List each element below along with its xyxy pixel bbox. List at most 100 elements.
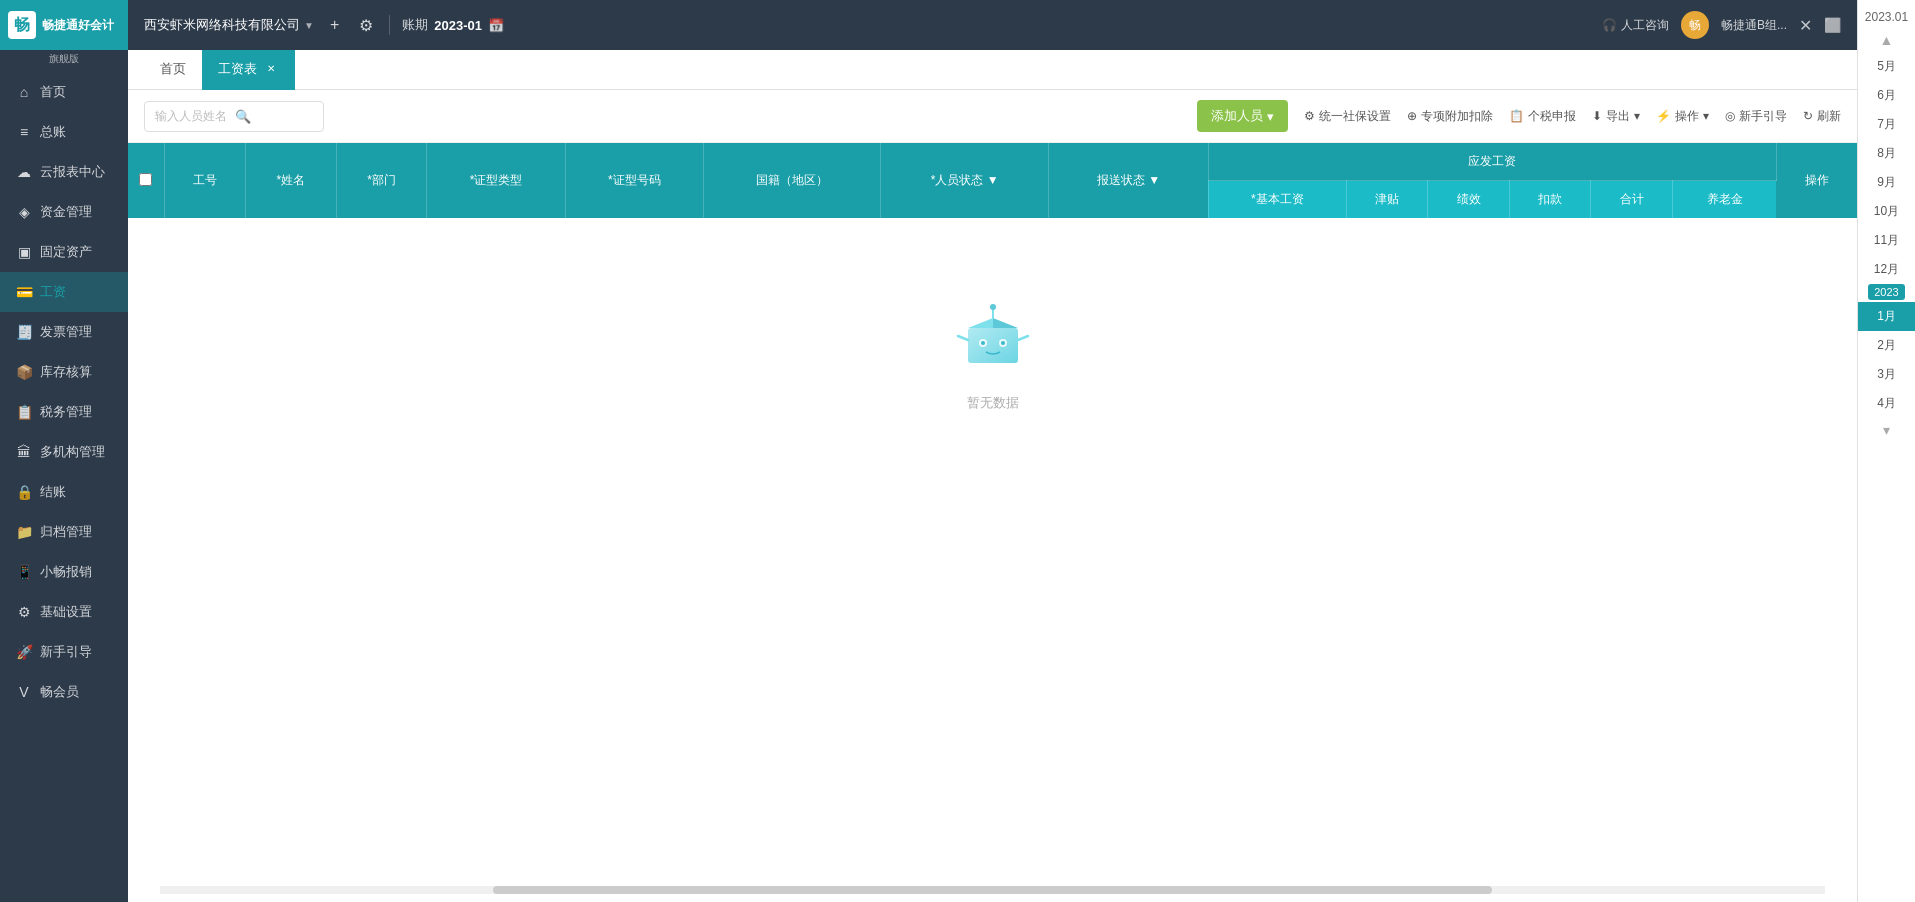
month-2022-5[interactable]: 5月 bbox=[1858, 52, 1915, 81]
sidebar-item-ledger-label: 总账 bbox=[40, 123, 66, 141]
month-2022-11[interactable]: 11月 bbox=[1858, 226, 1915, 255]
ledger-icon: ≡ bbox=[16, 124, 32, 140]
right-panel: 2023.01 ▲ 5月 6月 7月 8月 9月 10月 11月 12月 202… bbox=[1857, 0, 1915, 902]
month-2022-6[interactable]: 6月 bbox=[1858, 81, 1915, 110]
sidebar-item-stock[interactable]: 📦 库存核算 bbox=[0, 352, 128, 392]
multi-icon: 🏛 bbox=[16, 444, 32, 460]
company-selector[interactable]: 西安虾米网络科技有限公司 ▼ bbox=[144, 16, 314, 34]
sidebar-item-home[interactable]: ⌂ 首页 bbox=[0, 72, 128, 112]
user-avatar[interactable]: 畅 bbox=[1681, 11, 1709, 39]
sidebar-item-mini-expense-label: 小畅报销 bbox=[40, 563, 92, 581]
guide-button[interactable]: ◎ 新手引导 bbox=[1725, 108, 1787, 125]
sidebar-item-salary-label: 工资 bbox=[40, 283, 66, 301]
add-person-chevron-icon: ▾ bbox=[1267, 109, 1274, 124]
month-2023-2[interactable]: 2月 bbox=[1858, 331, 1915, 360]
col-deduction: 扣款 bbox=[1509, 181, 1590, 219]
col-total: 合计 bbox=[1591, 181, 1672, 219]
sidebar-item-fund[interactable]: ◈ 资金管理 bbox=[0, 192, 128, 232]
svg-rect-0 bbox=[968, 328, 1018, 363]
tab-salary-close-icon[interactable]: ✕ bbox=[263, 61, 279, 77]
sidebar-item-cloud[interactable]: ☁ 云报表中心 bbox=[0, 152, 128, 192]
sidebar-item-close-account[interactable]: 🔒 结账 bbox=[0, 472, 128, 512]
sidebar-item-cloud-label: 云报表中心 bbox=[40, 163, 105, 181]
home-icon: ⌂ bbox=[16, 84, 32, 100]
col-group-salary: 应发工资 bbox=[1208, 143, 1776, 181]
col-name: *姓名 bbox=[245, 143, 336, 218]
close-window-button[interactable]: ✕ bbox=[1799, 16, 1812, 35]
sidebar-item-salary[interactable]: 💳 工资 bbox=[0, 272, 128, 312]
content-area: 输入人员姓名 🔍 添加人员 ▾ ⚙ 统一社保设置 ⊕ 专项附加扣除 📋 bbox=[128, 90, 1857, 902]
personal-tax-button[interactable]: 📋 个税申报 bbox=[1509, 108, 1576, 125]
sidebar-item-member[interactable]: V 畅会员 bbox=[0, 672, 128, 712]
calendar-icon[interactable]: 📅 bbox=[488, 18, 504, 33]
fund-icon: ◈ bbox=[16, 204, 32, 220]
sidebar-item-invoice[interactable]: 🧾 发票管理 bbox=[0, 312, 128, 352]
export-chevron-icon: ▾ bbox=[1634, 109, 1640, 123]
settings-icon: ⚙ bbox=[16, 604, 32, 620]
svg-point-8 bbox=[990, 304, 996, 310]
horizontal-scrollbar[interactable] bbox=[128, 880, 1857, 902]
sidebar-item-settings-label: 基础设置 bbox=[40, 603, 92, 621]
period-label: 账期 bbox=[402, 16, 428, 34]
sidebar-item-archive[interactable]: 📁 归档管理 bbox=[0, 512, 128, 552]
refresh-button[interactable]: ↻ 刷新 bbox=[1803, 108, 1841, 125]
sidebar-item-archive-label: 归档管理 bbox=[40, 523, 92, 541]
topbar-right: 🎧 人工咨询 畅 畅捷通B组... ✕ ⬜ bbox=[1602, 11, 1841, 39]
guide-toolbar-icon: ◎ bbox=[1725, 109, 1735, 123]
app-name: 畅捷通好会计 bbox=[42, 18, 114, 32]
company-settings-icon[interactable]: ⚙ bbox=[355, 12, 377, 39]
month-2023-4[interactable]: 4月 bbox=[1858, 389, 1915, 418]
operate-button[interactable]: ⚡ 操作 ▾ bbox=[1656, 108, 1709, 125]
sidebar: 畅 畅捷通好会计 旗舰版 ⌂ 首页 ≡ 总账 ☁ 云报表中心 ◈ 资金管理 ▣ … bbox=[0, 0, 128, 902]
salary-table-wrap: 工号 *姓名 *部门 *证型类型 *证型号码 国籍（地区） *人员状态 ▼ 报送… bbox=[128, 143, 1857, 880]
tab-salary[interactable]: 工资表 ✕ bbox=[202, 50, 295, 90]
sidebar-item-home-label: 首页 bbox=[40, 83, 66, 101]
month-2022-12[interactable]: 12月 bbox=[1858, 255, 1915, 284]
col-nationality: 国籍（地区） bbox=[704, 143, 881, 218]
add-company-button[interactable]: + bbox=[326, 12, 343, 38]
sidebar-item-tax[interactable]: 📋 税务管理 bbox=[0, 392, 128, 432]
company-chevron-icon: ▼ bbox=[304, 20, 314, 31]
export-button[interactable]: ⬇ 导出 ▾ bbox=[1592, 108, 1640, 125]
panel-nav-up[interactable]: ▲ bbox=[1876, 28, 1898, 52]
app-logo: 畅 畅捷通好会计 bbox=[0, 0, 128, 50]
user-name[interactable]: 畅捷通B组... bbox=[1721, 17, 1787, 34]
tab-home[interactable]: 首页 bbox=[144, 50, 202, 90]
tax-icon: 📋 bbox=[16, 404, 32, 420]
panel-nav-down[interactable]: ▾ bbox=[1879, 418, 1894, 442]
col-cert-type: *证型类型 bbox=[427, 143, 565, 218]
search-icon: 🔍 bbox=[235, 109, 251, 124]
col-number: 工号 bbox=[164, 143, 245, 218]
month-2022-9[interactable]: 9月 bbox=[1858, 168, 1915, 197]
stock-icon: 📦 bbox=[16, 364, 32, 380]
select-all-checkbox[interactable] bbox=[139, 173, 152, 186]
support-button[interactable]: 🎧 人工咨询 bbox=[1602, 17, 1669, 34]
special-deduction-button[interactable]: ⊕ 专项附加扣除 bbox=[1407, 108, 1493, 125]
social-security-button[interactable]: ⚙ 统一社保设置 bbox=[1304, 108, 1391, 125]
sidebar-item-settings[interactable]: ⚙ 基础设置 bbox=[0, 592, 128, 632]
add-person-button[interactable]: 添加人员 ▾ bbox=[1197, 100, 1288, 132]
month-2022-7[interactable]: 7月 bbox=[1858, 110, 1915, 139]
sidebar-item-mini-expense[interactable]: 📱 小畅报销 bbox=[0, 552, 128, 592]
archive-icon: 📁 bbox=[16, 524, 32, 540]
svg-marker-1 bbox=[968, 318, 993, 328]
refresh-icon: ↻ bbox=[1803, 109, 1813, 123]
headset-icon: 🎧 bbox=[1602, 18, 1617, 32]
maximize-window-button[interactable]: ⬜ bbox=[1824, 17, 1841, 33]
add-person-label: 添加人员 bbox=[1211, 107, 1263, 125]
sidebar-item-multi[interactable]: 🏛 多机构管理 bbox=[0, 432, 128, 472]
mini-expense-icon: 📱 bbox=[16, 564, 32, 580]
col-performance: 绩效 bbox=[1428, 181, 1509, 219]
month-2022-8[interactable]: 8月 bbox=[1858, 139, 1915, 168]
table-checkbox-col[interactable] bbox=[128, 143, 164, 218]
search-input[interactable]: 输入人员姓名 🔍 bbox=[144, 101, 324, 132]
company-name: 西安虾米网络科技有限公司 bbox=[144, 16, 300, 34]
sidebar-item-guide[interactable]: 🚀 新手引导 bbox=[0, 632, 128, 672]
col-base-salary: *基本工资 bbox=[1208, 181, 1346, 219]
sidebar-nav: ⌂ 首页 ≡ 总账 ☁ 云报表中心 ◈ 资金管理 ▣ 固定资产 💳 工资 🧾 发… bbox=[0, 72, 128, 902]
month-2023-3[interactable]: 3月 bbox=[1858, 360, 1915, 389]
month-2023-1[interactable]: 1月 bbox=[1858, 302, 1915, 331]
month-2022-10[interactable]: 10月 bbox=[1858, 197, 1915, 226]
sidebar-item-ledger[interactable]: ≡ 总账 bbox=[0, 112, 128, 152]
sidebar-item-asset[interactable]: ▣ 固定资产 bbox=[0, 232, 128, 272]
